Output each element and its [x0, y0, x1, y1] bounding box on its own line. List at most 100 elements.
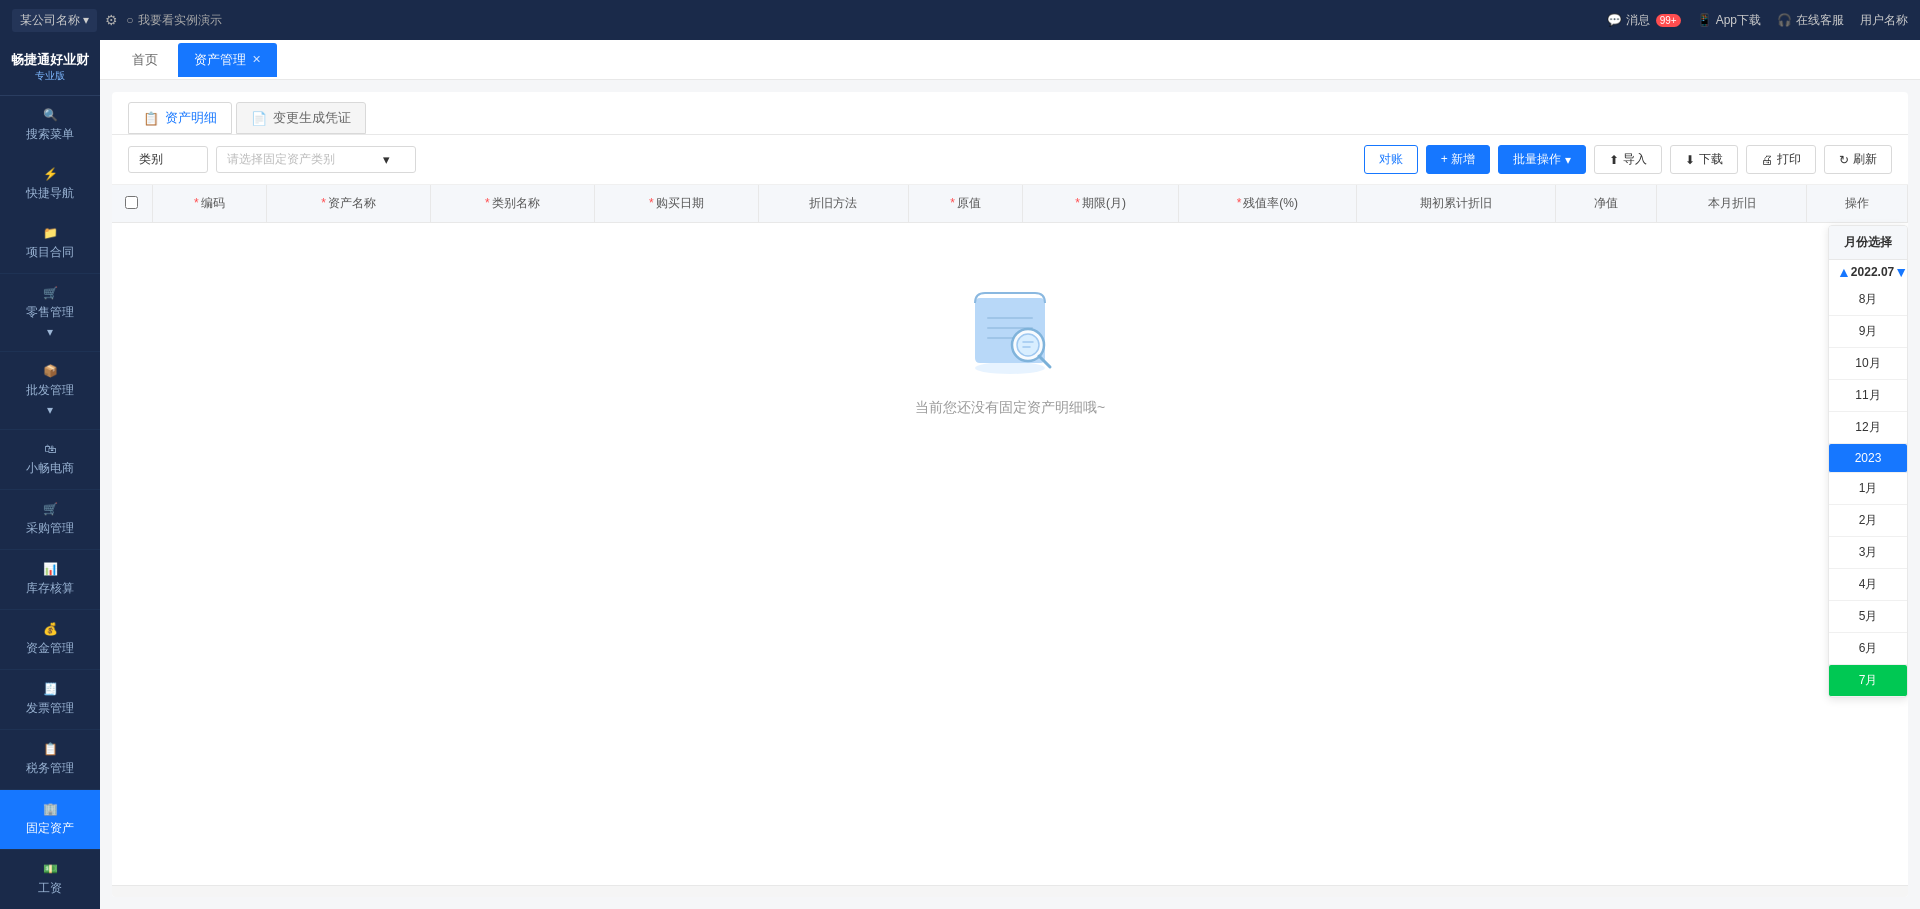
import-icon: ⬆: [1609, 153, 1619, 167]
category-select[interactable]: 类别: [128, 146, 208, 173]
tab-asset-mgmt[interactable]: 资产管理 ✕: [178, 43, 277, 77]
col-category: *类别名称: [430, 185, 594, 223]
change-voucher-icon: 📄: [251, 111, 267, 126]
project-icon: 📁: [43, 226, 58, 240]
empty-text: 当前您还没有固定资产明细哦~: [915, 399, 1105, 417]
col-net-value: 净值: [1556, 185, 1657, 223]
sidebar-item-retail[interactable]: 🛒 零售管理 ▾: [0, 274, 100, 352]
toolbar-right: 对账 + 新增 批量操作 ▾ ⬆ 导入: [1364, 145, 1892, 174]
sidebar-item-purchase[interactable]: 🛒 采购管理: [0, 490, 100, 550]
asset-detail-icon: 📋: [143, 111, 159, 126]
month-down-btn[interactable]: ▼: [1894, 264, 1908, 280]
horizontal-scrollbar[interactable]: [112, 885, 1908, 897]
message-label: 消息: [1626, 12, 1650, 29]
tab-home[interactable]: 首页: [116, 43, 174, 77]
sidebar-item-label: 采购管理: [26, 520, 74, 537]
refresh-btn[interactable]: ↻ 刷新: [1824, 145, 1892, 174]
download-btn[interactable]: ⬇ 下载: [1670, 145, 1738, 174]
refresh-btn-label: 刷新: [1853, 151, 1877, 168]
inventory-icon: 📊: [43, 562, 58, 576]
search-icon: 🔍: [43, 108, 58, 122]
col-purchase-date: *购买日期: [594, 185, 758, 223]
month-item-7[interactable]: 2月: [1829, 505, 1907, 537]
month-item-3[interactable]: 11月: [1829, 380, 1907, 412]
sidebar-item-label: 资金管理: [26, 640, 74, 657]
col-name: *资产名称: [267, 185, 431, 223]
sub-tab-asset-detail[interactable]: 📋 资产明细: [128, 102, 232, 134]
category-dropdown[interactable]: 请选择固定资产类别 ▾: [216, 146, 416, 173]
sub-tab-change-voucher[interactable]: 📄 变更生成凭证: [236, 102, 366, 134]
category-label: 类别: [139, 151, 163, 168]
fixed-assets-icon: 🏢: [43, 802, 58, 816]
download-btn-label: 下载: [1699, 151, 1723, 168]
sidebar-item-tax[interactable]: 📋 税务管理: [0, 730, 100, 790]
reconcile-btn-label: 对账: [1379, 151, 1403, 168]
headset-icon: 🎧: [1777, 13, 1792, 27]
month-item-6[interactable]: 1月: [1829, 473, 1907, 505]
print-btn[interactable]: 🖨 打印: [1746, 145, 1816, 174]
app-logo: 畅捷通好业财 专业版: [0, 40, 100, 96]
sidebar-item-invoice[interactable]: 🧾 发票管理: [0, 670, 100, 730]
company-name: 某公司名称: [20, 13, 80, 27]
message-badge: 99+: [1656, 14, 1681, 27]
message-icon: 💬: [1607, 13, 1622, 27]
batch-btn[interactable]: 批量操作 ▾: [1498, 145, 1586, 174]
mobile-icon: 📱: [1697, 13, 1712, 27]
col-monthly-depreciation: 本月折旧: [1656, 185, 1806, 223]
sidebar-quick-nav[interactable]: ⚡ 快捷导航: [0, 155, 100, 214]
sidebar-search[interactable]: 🔍 搜索菜单: [0, 96, 100, 155]
col-residual-rate: *残值率(%): [1179, 185, 1357, 223]
finance-icon: 💰: [43, 622, 58, 636]
month-item-2[interactable]: 10月: [1829, 348, 1907, 380]
add-btn-label: + 新增: [1441, 151, 1475, 168]
reconcile-btn[interactable]: 对账: [1364, 145, 1418, 174]
content-with-picker: *编码 *资产名称 *类别名称: [112, 185, 1908, 897]
ecommerce-icon: 🛍: [44, 442, 56, 456]
select-all-checkbox[interactable]: [125, 196, 138, 209]
sidebar-item-inventory[interactable]: 📊 库存核算: [0, 550, 100, 610]
batch-btn-label: 批量操作: [1513, 151, 1561, 168]
app-download-btn[interactable]: 📱 App下载: [1697, 12, 1761, 29]
settings-icon[interactable]: ⚙: [105, 12, 118, 28]
sidebar-item-label: 项目合同: [26, 244, 74, 261]
sub-tab-change-voucher-label: 变更生成凭证: [273, 109, 351, 127]
month-item-1[interactable]: 9月: [1829, 316, 1907, 348]
sidebar-item-salary[interactable]: 💵 工资: [0, 850, 100, 909]
sidebar-item-project[interactable]: 📁 项目合同: [0, 214, 100, 274]
user-name: 用户名称: [1860, 12, 1908, 29]
table-header-checkbox: [112, 185, 152, 223]
sidebar-item-ecommerce[interactable]: 🛍 小畅电商: [0, 430, 100, 490]
page-content: 📋 资产明细 📄 变更生成凭证 类别 请选择固: [100, 80, 1920, 909]
month-item-12[interactable]: 7月: [1829, 665, 1907, 697]
month-item-11[interactable]: 6月: [1829, 633, 1907, 665]
month-item-8[interactable]: 3月: [1829, 537, 1907, 569]
month-item-0[interactable]: 8月: [1829, 284, 1907, 316]
search-label: 搜索菜单: [26, 126, 74, 143]
category-dropdown-placeholder: 请选择固定资产类别: [227, 151, 377, 168]
empty-state: 当前您还没有固定资产明细哦~: [112, 223, 1908, 457]
asset-table: *编码 *资产名称 *类别名称: [112, 185, 1908, 223]
sidebar-item-finance[interactable]: 💰 资金管理: [0, 610, 100, 670]
company-selector[interactable]: 某公司名称 ▾: [12, 9, 97, 32]
add-btn[interactable]: + 新增: [1426, 145, 1490, 174]
month-up-btn[interactable]: ▲: [1837, 264, 1851, 280]
sidebar-item-fixed-assets[interactable]: 🏢 固定资产: [0, 790, 100, 850]
month-item-5[interactable]: 2023: [1829, 444, 1907, 473]
toolbar-left: 类别 请选择固定资产类别 ▾: [128, 146, 1356, 173]
import-btn[interactable]: ⬆ 导入: [1594, 145, 1662, 174]
tab-close-icon[interactable]: ✕: [252, 53, 261, 66]
month-item-9[interactable]: 4月: [1829, 569, 1907, 601]
user-menu[interactable]: 用户名称: [1860, 12, 1908, 29]
message-btn[interactable]: 💬 消息 99+: [1607, 12, 1681, 29]
chevron-icon: ▾: [47, 325, 53, 339]
purchase-icon: 🛒: [43, 502, 58, 516]
month-item-4[interactable]: 12月: [1829, 412, 1907, 444]
month-picker-title: 月份选择: [1844, 235, 1892, 249]
sidebar-item-batch[interactable]: 📦 批发管理 ▾: [0, 352, 100, 430]
online-service-btn[interactable]: 🎧 在线客服: [1777, 12, 1844, 29]
month-item-10[interactable]: 5月: [1829, 601, 1907, 633]
demo-link[interactable]: ○ 我要看实例演示: [126, 12, 221, 29]
top-bar: 某公司名称 ▾ ⚙ ○ 我要看实例演示 💬 消息 99+ 📱 App下载 🎧 在…: [0, 0, 1920, 40]
nav-icon: ⚡: [43, 167, 58, 181]
svg-point-0: [975, 362, 1045, 374]
